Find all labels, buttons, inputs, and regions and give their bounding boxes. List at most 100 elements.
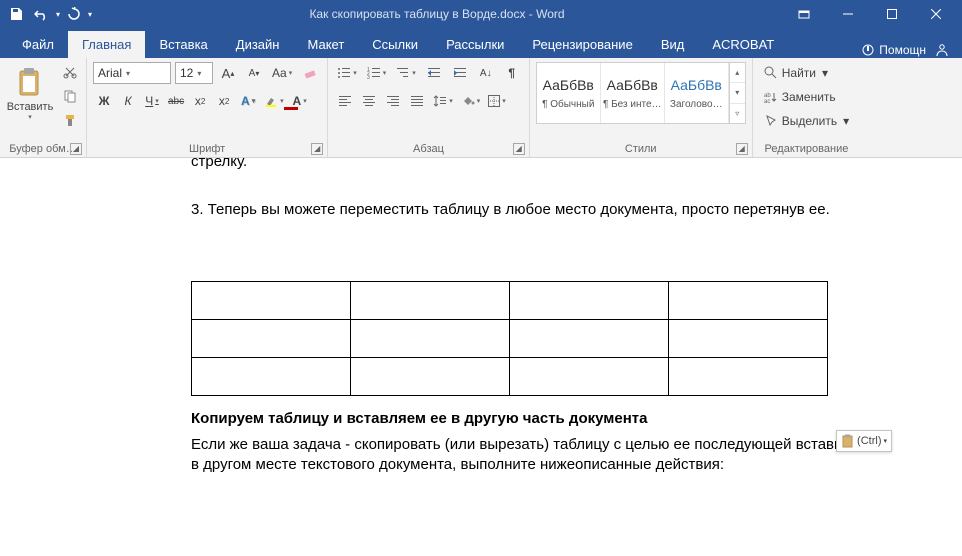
styles-group-label: Стили◢ bbox=[536, 141, 746, 155]
font-size-combo[interactable]: 12▾ bbox=[175, 62, 213, 84]
title-bar: ▾ ▾ Как скопировать таблицу в Ворде.docx… bbox=[0, 0, 962, 28]
clear-formatting-button[interactable] bbox=[299, 62, 321, 84]
scissors-icon bbox=[63, 65, 77, 79]
styles-gallery: АаБбВв¶ Обычный АаБбВв¶ Без инте… АаБбВв… bbox=[536, 62, 746, 124]
copy-icon bbox=[63, 89, 77, 103]
cut-button[interactable] bbox=[60, 62, 80, 82]
font-dialog-launcher[interactable]: ◢ bbox=[311, 143, 323, 155]
decrease-indent-button[interactable] bbox=[423, 62, 445, 84]
find-button[interactable]: Найти▾ bbox=[759, 62, 854, 84]
save-button[interactable] bbox=[4, 2, 28, 26]
tab-home[interactable]: Главная bbox=[68, 31, 145, 58]
font-color-button[interactable]: A▾ bbox=[289, 90, 311, 112]
sort-button[interactable]: A↓ bbox=[475, 62, 497, 84]
bullets-button[interactable]: ▾ bbox=[334, 62, 360, 84]
format-painter-button[interactable] bbox=[60, 110, 80, 130]
share-button[interactable] bbox=[934, 42, 950, 58]
redo-button[interactable] bbox=[62, 2, 86, 26]
increase-indent-button[interactable] bbox=[449, 62, 471, 84]
align-left-button[interactable] bbox=[334, 90, 356, 112]
ribbon-display-options[interactable] bbox=[782, 0, 826, 28]
tab-view[interactable]: Вид bbox=[647, 31, 699, 58]
select-button[interactable]: Выделить▾ bbox=[759, 110, 854, 132]
document-table[interactable] bbox=[191, 281, 828, 396]
clipboard-icon bbox=[16, 67, 44, 99]
tell-me-label: Помощн bbox=[879, 43, 926, 57]
replace-button[interactable]: abacЗаменить bbox=[759, 86, 854, 108]
justify-button[interactable] bbox=[406, 90, 428, 112]
text-effects-button[interactable]: A▾ bbox=[237, 90, 259, 112]
close-button[interactable] bbox=[914, 0, 958, 28]
paste-options-button[interactable]: (Ctrl) ▾ bbox=[836, 430, 892, 452]
group-font: Arial▾ 12▾ A▴ A▾ Aa▾ Ж К Ч▾ abc x2 x2 A▾… bbox=[87, 58, 328, 157]
show-marks-button[interactable]: ¶ bbox=[501, 62, 523, 84]
svg-text:ac: ac bbox=[764, 99, 770, 104]
gallery-more[interactable]: ▿ bbox=[730, 104, 745, 123]
clipboard-dialog-launcher[interactable]: ◢ bbox=[70, 143, 82, 155]
doc-paragraph-2: Если же ваша задача - скопировать (или в… bbox=[191, 435, 851, 476]
style-normal[interactable]: АаБбВв¶ Обычный bbox=[537, 63, 601, 123]
numbering-button[interactable]: 123▾ bbox=[364, 62, 390, 84]
tab-review[interactable]: Рецензирование bbox=[518, 31, 646, 58]
document-page: стрелку. 3. Теперь вы можете переместить… bbox=[71, 158, 891, 523]
doc-cutoff-text: стрелку. bbox=[191, 158, 851, 172]
line-spacing-button[interactable]: ▾ bbox=[430, 90, 456, 112]
table-row bbox=[192, 357, 828, 395]
multilevel-list-button[interactable]: ▾ bbox=[393, 62, 419, 84]
undo-dropdown[interactable]: ▾ bbox=[56, 10, 60, 19]
replace-icon: abac bbox=[764, 90, 778, 104]
group-paragraph: ▾ 123▾ ▾ A↓ ¶ ▾ ▾ ▾ Абзац◢ bbox=[328, 58, 530, 157]
tab-layout[interactable]: Макет bbox=[293, 31, 358, 58]
undo-button[interactable] bbox=[30, 2, 54, 26]
brush-icon bbox=[63, 113, 77, 127]
eraser-icon bbox=[303, 66, 317, 80]
tab-insert[interactable]: Вставка bbox=[145, 31, 221, 58]
window-buttons bbox=[782, 0, 958, 28]
bold-button[interactable]: Ж bbox=[93, 90, 115, 112]
shading-button[interactable]: ▾ bbox=[458, 90, 484, 112]
gallery-down[interactable]: ▾ bbox=[730, 83, 745, 103]
paragraph-group-label: Абзац◢ bbox=[334, 141, 523, 155]
group-clipboard: Вставить ▾ Буфер обм…◢ bbox=[0, 58, 87, 157]
maximize-button[interactable] bbox=[870, 0, 914, 28]
font-group-label: Шрифт◢ bbox=[93, 141, 321, 155]
gallery-up[interactable]: ▴ bbox=[730, 63, 745, 83]
table-row bbox=[192, 319, 828, 357]
font-name-combo[interactable]: Arial▾ bbox=[93, 62, 171, 84]
superscript-button[interactable]: x2 bbox=[213, 90, 235, 112]
shrink-font-button[interactable]: A▾ bbox=[243, 62, 265, 84]
paste-options-label: (Ctrl) bbox=[857, 435, 881, 447]
style-no-spacing[interactable]: АаБбВв¶ Без инте… bbox=[601, 63, 665, 123]
doc-paragraph-1: 3. Теперь вы можете переместить таблицу … bbox=[191, 200, 851, 220]
italic-button[interactable]: К bbox=[117, 90, 139, 112]
chevron-down-icon: ▾ bbox=[883, 437, 887, 445]
tab-mailings[interactable]: Рассылки bbox=[432, 31, 518, 58]
ribbon: Вставить ▾ Буфер обм…◢ Arial▾ 12▾ A▴ A▾ … bbox=[0, 58, 962, 158]
tab-references[interactable]: Ссылки bbox=[358, 31, 432, 58]
highlighter-icon bbox=[264, 94, 278, 108]
grow-font-button[interactable]: A▴ bbox=[217, 62, 239, 84]
subscript-button[interactable]: x2 bbox=[189, 90, 211, 112]
paste-button[interactable]: Вставить ▾ bbox=[6, 62, 54, 136]
doc-heading-1: Копируем таблицу и вставляем ее в другую… bbox=[191, 410, 851, 427]
quick-access-toolbar: ▾ ▾ bbox=[4, 2, 92, 26]
search-icon bbox=[764, 66, 778, 80]
tab-file[interactable]: Файл bbox=[8, 31, 68, 58]
underline-button[interactable]: Ч▾ bbox=[141, 90, 163, 112]
minimize-button[interactable] bbox=[826, 0, 870, 28]
align-center-button[interactable] bbox=[358, 90, 380, 112]
copy-button[interactable] bbox=[60, 86, 80, 106]
document-area[interactable]: стрелку. 3. Теперь вы можете переместить… bbox=[0, 158, 962, 556]
style-heading1[interactable]: АаБбВвЗаголово… bbox=[665, 63, 729, 123]
styles-dialog-launcher[interactable]: ◢ bbox=[736, 143, 748, 155]
tab-acrobat[interactable]: ACROBAT bbox=[698, 31, 788, 58]
paragraph-dialog-launcher[interactable]: ◢ bbox=[513, 143, 525, 155]
align-right-button[interactable] bbox=[382, 90, 404, 112]
tell-me[interactable]: Помощн bbox=[861, 43, 926, 57]
change-case-button[interactable]: Aa▾ bbox=[269, 62, 295, 84]
cursor-icon bbox=[764, 114, 778, 128]
borders-button[interactable]: ▾ bbox=[485, 90, 509, 112]
strikethrough-button[interactable]: abc bbox=[165, 90, 187, 112]
editing-group-label: Редактирование bbox=[759, 141, 854, 155]
tab-design[interactable]: Дизайн bbox=[222, 31, 294, 58]
